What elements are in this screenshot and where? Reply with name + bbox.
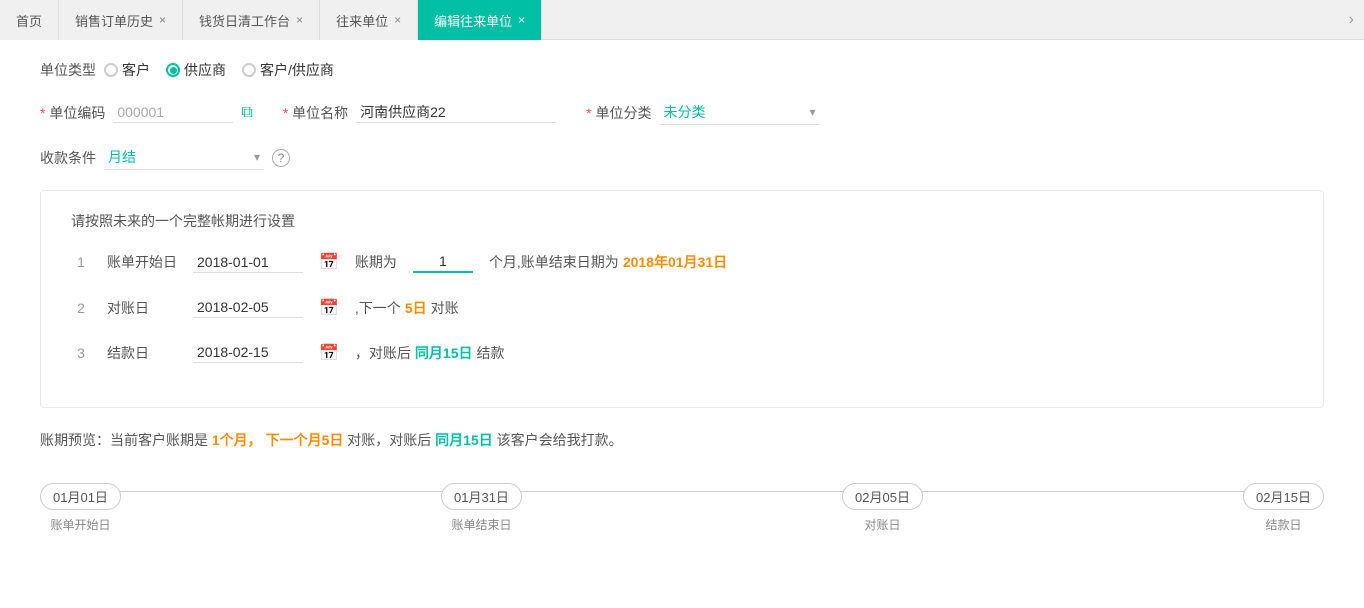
timeline-bubble-3: 02月15日 xyxy=(1243,483,1324,510)
preview-text: 账期预览：当前客户账期是 1个月， 下一个月5日 对账，对账后 同月15日 该客… xyxy=(40,428,1324,453)
preview-settle-day: 同月15日 xyxy=(435,432,493,448)
period-reconcile-date-input[interactable] xyxy=(193,297,303,318)
settle-highlight-day: 同月15日 xyxy=(415,343,473,363)
timeline-label-1: 账单结束日 xyxy=(451,516,511,533)
unit-code-field: 单位编码 ⧉ xyxy=(40,102,253,123)
period-num-2: 2 xyxy=(71,300,91,316)
unit-category-label: 单位分类 xyxy=(586,103,651,123)
timeline-items: 01月01日 账单开始日 01月31日 账单结束日 02月05日 对账日 02月… xyxy=(40,483,1324,533)
radio-customer-supplier[interactable]: 客户/供应商 xyxy=(242,60,334,80)
timeline-item-0: 01月01日 账单开始日 xyxy=(40,483,121,533)
tab-edit-partner-label: 编辑往来单位 xyxy=(434,11,512,30)
radio-supplier-label: 供应商 xyxy=(184,60,226,80)
period-box: 请按照未来的一个完整帐期进行设置 1 账单开始日 📅 账期为 个月,账单结束日期… xyxy=(40,190,1324,408)
period-row-3: 3 结款日 📅 ，对账后同月15日结款 xyxy=(71,342,1293,363)
radio-supplier[interactable]: 供应商 xyxy=(166,60,226,80)
period-num-1: 1 xyxy=(71,254,91,270)
timeline-item-3: 02月15日 结款日 xyxy=(1243,483,1324,533)
radio-customer-circle xyxy=(104,63,118,77)
radio-customer-supplier-label: 客户/供应商 xyxy=(260,60,334,80)
period-end-date: 2018年01月31日 xyxy=(623,252,727,272)
unit-type-field: 单位类型 客户 供应商 客户/供应商 xyxy=(40,60,334,80)
timeline-label-0: 账单开始日 xyxy=(50,516,110,533)
period-reconcile-calendar-icon[interactable]: 📅 xyxy=(319,298,339,318)
period-month-input[interactable] xyxy=(413,251,473,273)
timeline-bubble-0: 01月01日 xyxy=(40,483,121,510)
radio-customer-label: 客户 xyxy=(122,60,150,80)
timeline-label-3: 结款日 xyxy=(1266,516,1302,533)
period-start-label: 账单开始日 xyxy=(107,252,177,272)
payment-terms-arrow-icon: ▾ xyxy=(254,150,260,164)
tab-cash-work[interactable]: 钱货日清工作台 × xyxy=(183,0,320,40)
preview-months: 1个月， xyxy=(212,432,262,448)
unit-name-input[interactable] xyxy=(356,102,556,123)
unit-type-radio-group: 客户 供应商 客户/供应商 xyxy=(104,60,334,80)
preview-prefix: 账期预览：当前客户账期是 xyxy=(40,432,208,448)
unit-name-field: 单位名称 xyxy=(283,102,556,123)
period-for-label: 账期为 xyxy=(355,252,397,272)
radio-customer[interactable]: 客户 xyxy=(104,60,150,80)
period-settle-date-input[interactable] xyxy=(193,342,303,363)
payment-terms-value: 月结 xyxy=(108,147,254,167)
unit-code-label: 单位编码 xyxy=(40,103,105,123)
period-settle-calendar-icon[interactable]: 📅 xyxy=(319,343,339,363)
tab-partner-close[interactable]: × xyxy=(394,13,401,27)
period-num-3: 3 xyxy=(71,345,91,361)
unit-code-input[interactable] xyxy=(113,102,233,123)
payment-terms-row: 收款条件 月结 ▾ ? xyxy=(40,145,1324,170)
radio-supplier-circle xyxy=(166,63,180,77)
unit-category-dropdown[interactable]: 未分类 ▾ xyxy=(659,100,819,125)
tab-edit-partner-close[interactable]: × xyxy=(518,13,525,27)
tab-partner[interactable]: 往来单位 × xyxy=(320,0,418,40)
tab-expand-button[interactable]: › xyxy=(1339,0,1364,39)
payment-terms-dropdown[interactable]: 月结 ▾ xyxy=(104,145,264,170)
unit-code-copy-icon[interactable]: ⧉ xyxy=(241,104,252,122)
reconcile-highlight-day: 5日 xyxy=(405,298,427,318)
tab-sales-history-label: 销售订单历史 xyxy=(75,11,153,30)
period-settle-suffix: ，对账后同月15日结款 xyxy=(355,343,505,363)
unit-name-label: 单位名称 xyxy=(283,103,348,123)
timeline-label-2: 对账日 xyxy=(864,516,900,533)
unit-type-row: 单位类型 客户 供应商 客户/供应商 xyxy=(40,60,1324,80)
timeline: 01月01日 账单开始日 01月31日 账单结束日 02月05日 对账日 02月… xyxy=(40,473,1324,553)
tab-cash-work-close[interactable]: × xyxy=(296,13,303,27)
preview-middle: 对账，对账后 xyxy=(347,432,431,448)
payment-terms-label: 收款条件 xyxy=(40,148,96,168)
unit-category-value: 未分类 xyxy=(663,102,809,122)
period-row-2: 2 对账日 📅 ,下一个5日对账 xyxy=(71,297,1293,318)
period-start-calendar-icon[interactable]: 📅 xyxy=(319,252,339,272)
period-row-1: 1 账单开始日 📅 账期为 个月,账单结束日期为 2018年01月31日 xyxy=(71,251,1293,273)
main-content: 单位类型 客户 供应商 客户/供应商 单位编码 ⧉ xyxy=(0,40,1364,608)
tab-home[interactable]: 首页 xyxy=(0,0,59,40)
preview-suffix: 该客户会给我打款。 xyxy=(497,432,623,448)
tab-partner-label: 往来单位 xyxy=(336,11,388,30)
timeline-item-2: 02月05日 对账日 xyxy=(842,483,923,533)
tab-bar: 首页 销售订单历史 × 钱货日清工作台 × 往来单位 × 编辑往来单位 × › xyxy=(0,0,1364,40)
unit-category-field: 单位分类 未分类 ▾ xyxy=(586,100,819,125)
radio-customer-supplier-circle xyxy=(242,63,256,77)
period-reconcile-suffix: ,下一个5日对账 xyxy=(355,298,459,318)
period-title: 请按照未来的一个完整帐期进行设置 xyxy=(71,211,1293,231)
tab-sales-history-close[interactable]: × xyxy=(159,13,166,27)
period-reconcile-label: 对账日 xyxy=(107,298,177,318)
tab-sales-history[interactable]: 销售订单历史 × xyxy=(59,0,183,40)
payment-terms-field: 收款条件 月结 ▾ ? xyxy=(40,145,290,170)
tab-home-label: 首页 xyxy=(16,11,42,30)
period-month-suffix: 个月,账单结束日期为 2018年01月31日 xyxy=(489,252,727,272)
unit-category-arrow-icon: ▾ xyxy=(809,105,815,119)
preview-next-day: 下一个月5日 xyxy=(266,432,344,448)
timeline-bubble-2: 02月05日 xyxy=(842,483,923,510)
unit-info-row: 单位编码 ⧉ 单位名称 单位分类 未分类 ▾ xyxy=(40,100,1324,125)
tab-edit-partner[interactable]: 编辑往来单位 × xyxy=(418,0,542,40)
timeline-bubble-1: 01月31日 xyxy=(441,483,522,510)
payment-terms-help-icon[interactable]: ? xyxy=(272,149,290,167)
unit-type-label: 单位类型 xyxy=(40,60,96,80)
tab-cash-work-label: 钱货日清工作台 xyxy=(199,11,290,30)
timeline-item-1: 01月31日 账单结束日 xyxy=(441,483,522,533)
period-start-date-input[interactable] xyxy=(193,252,303,273)
period-settle-label: 结款日 xyxy=(107,343,177,363)
